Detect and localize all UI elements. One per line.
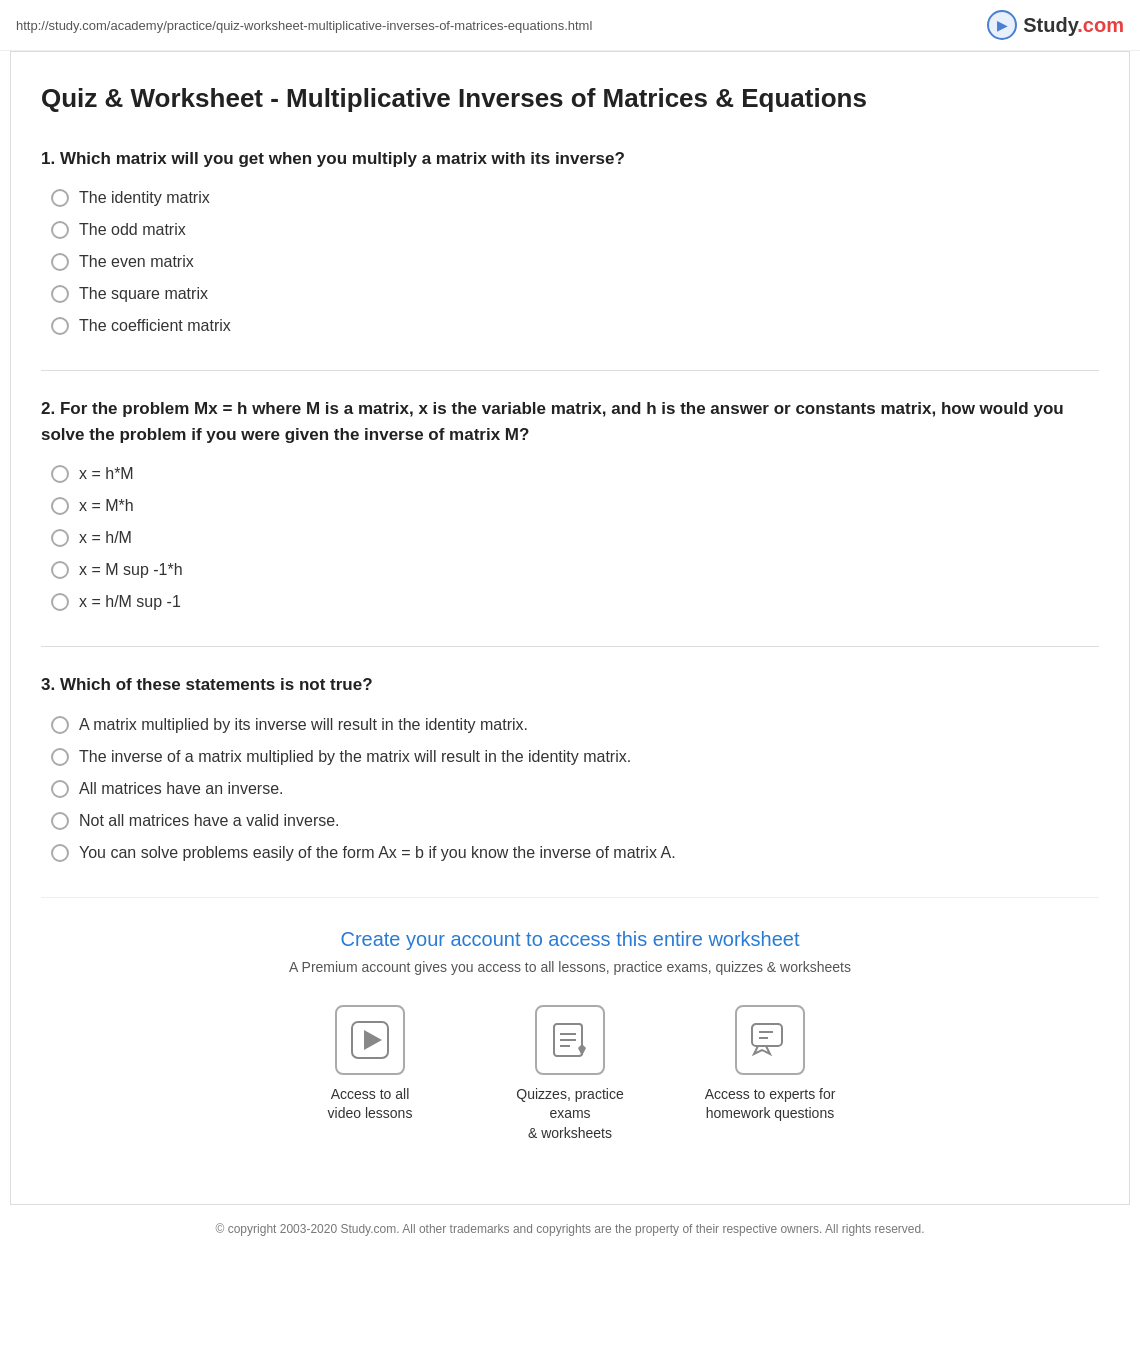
top-bar: http://study.com/academy/practice/quiz-w… — [0, 0, 1140, 51]
divider — [41, 370, 1099, 371]
option-label: x = h/M — [79, 529, 132, 547]
cta-title: Create your account to access this entir… — [61, 928, 1079, 951]
question-3-text: 3. Which of these statements is not true… — [41, 672, 1099, 698]
question-2: 2. For the problem Mx = h where M is a m… — [41, 396, 1099, 611]
quiz-icon — [535, 1005, 605, 1075]
feature-experts: Access to experts forhomework questions — [700, 1005, 840, 1144]
option-label: Not all matrices have a valid inverse. — [79, 812, 340, 830]
experts-icon — [735, 1005, 805, 1075]
radio-q1-opt3[interactable] — [51, 253, 69, 271]
radio-q2-opt2[interactable] — [51, 497, 69, 515]
feature-experts-label: Access to experts forhomework questions — [705, 1085, 836, 1124]
radio-q2-opt3[interactable] — [51, 529, 69, 547]
radio-q3-opt4[interactable] — [51, 812, 69, 830]
option-label: The coefficient matrix — [79, 317, 231, 335]
cta-subtitle: A Premium account gives you access to al… — [61, 959, 1079, 975]
radio-q3-opt3[interactable] — [51, 780, 69, 798]
option-label: x = M sup -1*h — [79, 561, 183, 579]
option-row[interactable]: x = h/M sup -1 — [41, 593, 1099, 611]
option-row[interactable]: A matrix multiplied by its inverse will … — [41, 716, 1099, 734]
features-row: Access to allvideo lessons Quizzes, prac… — [61, 1005, 1079, 1144]
radio-q2-opt4[interactable] — [51, 561, 69, 579]
question-2-text: 2. For the problem Mx = h where M is a m… — [41, 396, 1099, 447]
option-row[interactable]: The inverse of a matrix multiplied by th… — [41, 748, 1099, 766]
option-label: x = h/M sup -1 — [79, 593, 181, 611]
logo-icon: ▶ — [987, 10, 1017, 40]
option-label: The even matrix — [79, 253, 194, 271]
page-title: Quiz & Worksheet - Multiplicative Invers… — [41, 82, 1099, 116]
radio-q3-opt2[interactable] — [51, 748, 69, 766]
radio-q1-opt5[interactable] — [51, 317, 69, 335]
option-row[interactable]: The even matrix — [41, 253, 1099, 271]
logo: ▶ Study.com — [987, 10, 1124, 40]
option-label: All matrices have an inverse. — [79, 780, 284, 798]
radio-q2-opt5[interactable] — [51, 593, 69, 611]
option-label: A matrix multiplied by its inverse will … — [79, 716, 528, 734]
option-label: The inverse of a matrix multiplied by th… — [79, 748, 631, 766]
radio-q2-opt1[interactable] — [51, 465, 69, 483]
question-1-text: 1. Which matrix will you get when you mu… — [41, 146, 1099, 172]
option-row[interactable]: The square matrix — [41, 285, 1099, 303]
feature-quizzes: Quizzes, practice exams& worksheets — [500, 1005, 640, 1144]
cta-section: Create your account to access this entir… — [41, 897, 1099, 1184]
radio-q3-opt5[interactable] — [51, 844, 69, 862]
radio-q1-opt2[interactable] — [51, 221, 69, 239]
option-row[interactable]: x = M*h — [41, 497, 1099, 515]
feature-quizzes-label: Quizzes, practice exams& worksheets — [500, 1085, 640, 1144]
option-label: The identity matrix — [79, 189, 210, 207]
logo-text: Study.com — [1023, 14, 1124, 37]
option-row[interactable]: The identity matrix — [41, 189, 1099, 207]
svg-rect-6 — [752, 1024, 782, 1046]
footer: © copyright 2003-2020 Study.com. All oth… — [0, 1205, 1140, 1254]
option-row[interactable]: You can solve problems easily of the for… — [41, 844, 1099, 862]
radio-q1-opt1[interactable] — [51, 189, 69, 207]
svg-marker-1 — [364, 1030, 382, 1050]
option-row[interactable]: The coefficient matrix — [41, 317, 1099, 335]
divider — [41, 646, 1099, 647]
radio-q1-opt4[interactable] — [51, 285, 69, 303]
option-row[interactable]: All matrices have an inverse. — [41, 780, 1099, 798]
option-row[interactable]: x = h/M — [41, 529, 1099, 547]
option-label: x = h*M — [79, 465, 134, 483]
option-label: You can solve problems easily of the for… — [79, 844, 676, 862]
feature-video: Access to allvideo lessons — [300, 1005, 440, 1144]
radio-q3-opt1[interactable] — [51, 716, 69, 734]
option-row[interactable]: Not all matrices have a valid inverse. — [41, 812, 1099, 830]
option-row[interactable]: x = M sup -1*h — [41, 561, 1099, 579]
question-3: 3. Which of these statements is not true… — [41, 672, 1099, 862]
main-content: Quiz & Worksheet - Multiplicative Invers… — [10, 51, 1130, 1205]
feature-video-label: Access to allvideo lessons — [328, 1085, 413, 1124]
option-label: The square matrix — [79, 285, 208, 303]
option-label: The odd matrix — [79, 221, 186, 239]
url-bar: http://study.com/academy/practice/quiz-w… — [16, 18, 592, 33]
option-row[interactable]: x = h*M — [41, 465, 1099, 483]
video-icon — [335, 1005, 405, 1075]
question-1: 1. Which matrix will you get when you mu… — [41, 146, 1099, 336]
option-row[interactable]: The odd matrix — [41, 221, 1099, 239]
option-label: x = M*h — [79, 497, 134, 515]
